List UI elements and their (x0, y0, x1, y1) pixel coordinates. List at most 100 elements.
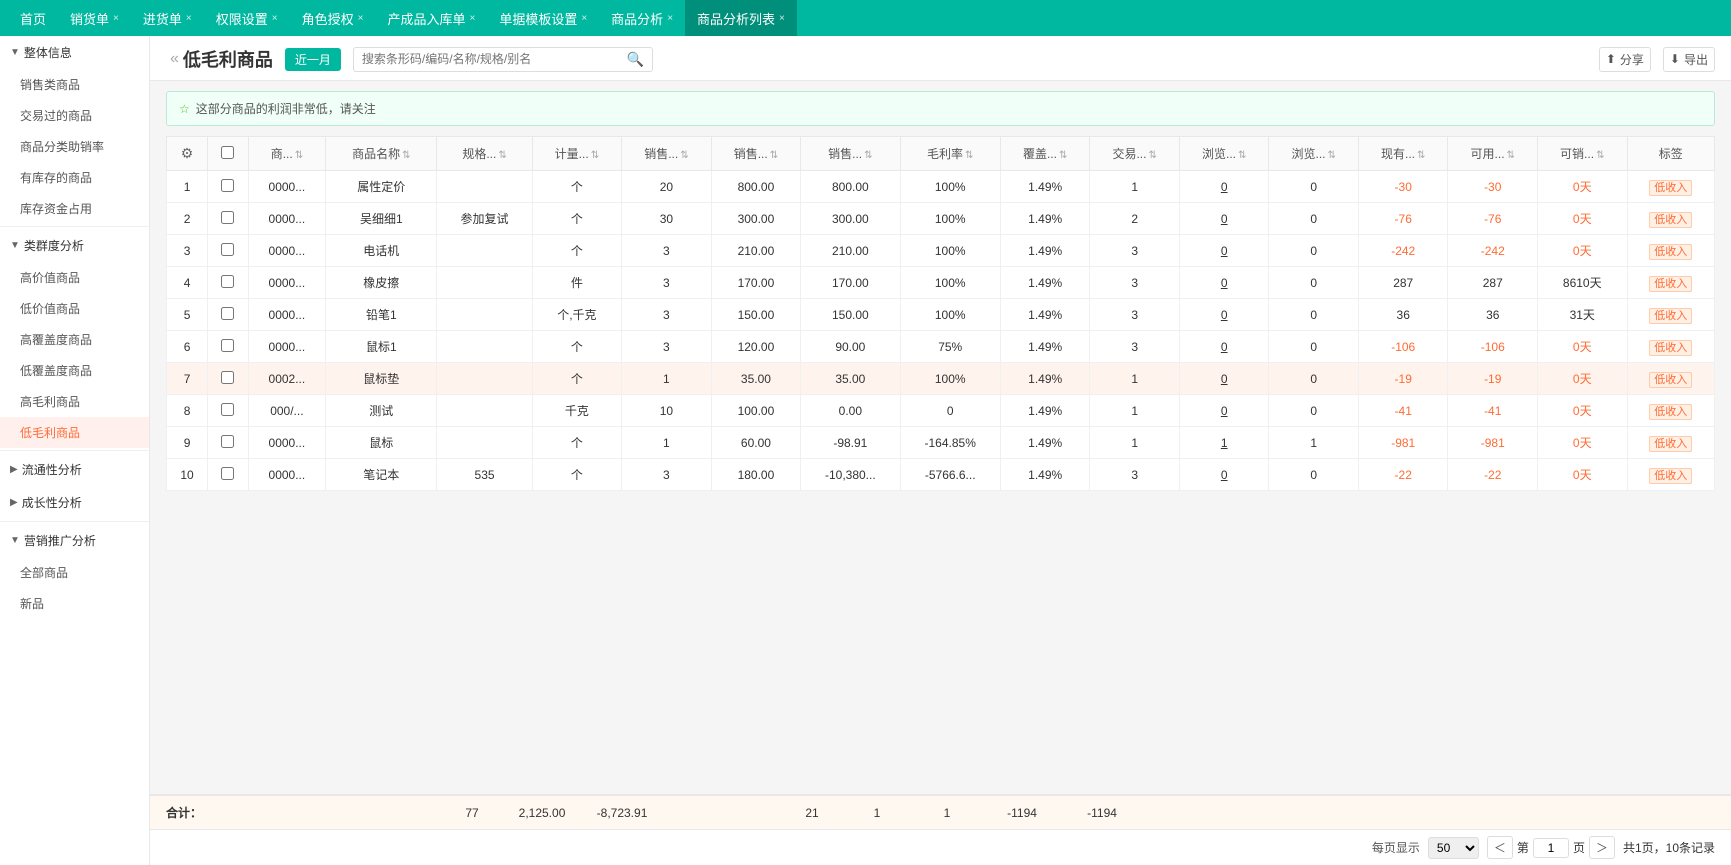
row-views1[interactable]: 1 (1179, 427, 1269, 459)
sidebar-collapse-button[interactable]: « (166, 50, 183, 68)
nav-product-analysis[interactable]: 商品分析 × (599, 0, 685, 36)
column-sale-amount[interactable]: 销售...⇅ (711, 137, 801, 171)
row-select-checkbox[interactable] (221, 467, 234, 480)
views1-link[interactable]: 1 (1221, 436, 1228, 450)
sidebar-group-growth[interactable]: ▶ 成长性分析 (0, 486, 149, 519)
row-checkbox[interactable] (208, 363, 249, 395)
close-icon[interactable]: × (272, 13, 278, 24)
row-checkbox[interactable] (208, 395, 249, 427)
column-gross-margin[interactable]: 毛利率⇅ (900, 137, 1000, 171)
sidebar-item-new-products[interactable]: 新品 (0, 588, 149, 619)
sidebar-item-high-margin[interactable]: 高毛利商品 (0, 386, 149, 417)
sidebar-item-category-rate[interactable]: 商品分类助销率 (0, 131, 149, 162)
close-icon[interactable]: × (779, 13, 785, 24)
sidebar-item-low-value[interactable]: 低价值商品 (0, 293, 149, 324)
row-views1[interactable]: 0 (1179, 395, 1269, 427)
views1-link[interactable]: 0 (1221, 468, 1228, 482)
row-checkbox[interactable] (208, 331, 249, 363)
nav-purchase-order[interactable]: 进货单 × (131, 0, 204, 36)
sidebar-item-low-coverage[interactable]: 低覆盖度商品 (0, 355, 149, 386)
share-button[interactable]: ⬆ 分享 (1599, 47, 1651, 72)
row-select-checkbox[interactable] (221, 371, 234, 384)
close-icon[interactable]: × (581, 13, 587, 24)
column-name[interactable]: 商品名称⇅ (326, 137, 437, 171)
sidebar-item-in-stock[interactable]: 有库存的商品 (0, 162, 149, 193)
views1-link[interactable]: 0 (1221, 404, 1228, 418)
export-button[interactable]: ⬇ 导出 (1663, 47, 1715, 72)
period-button[interactable]: 近一月 (285, 48, 341, 71)
sidebar-group-overall[interactable]: ▼ 整体信息 (0, 36, 149, 69)
row-views1[interactable]: 0 (1179, 363, 1269, 395)
column-coverage[interactable]: 覆盖...⇅ (1000, 137, 1090, 171)
views1-link[interactable]: 0 (1221, 340, 1228, 354)
views1-link[interactable]: 0 (1221, 180, 1228, 194)
views1-link[interactable]: 0 (1221, 212, 1228, 226)
nav-product-analysis-list[interactable]: 商品分析列表 × (685, 0, 797, 36)
row-select-checkbox[interactable] (221, 243, 234, 256)
row-views1[interactable]: 0 (1179, 171, 1269, 203)
column-available-stock[interactable]: 可用...⇅ (1448, 137, 1538, 171)
per-page-select[interactable]: 50 20 100 (1428, 837, 1479, 859)
search-input[interactable] (362, 52, 627, 66)
views1-link[interactable]: 0 (1221, 372, 1228, 386)
settings-icon[interactable]: ⚙ (181, 145, 194, 161)
sidebar-group-circulation[interactable]: ▶ 流通性分析 (0, 453, 149, 486)
next-page-button[interactable]: ＞ (1589, 836, 1615, 859)
close-icon[interactable]: × (113, 13, 119, 24)
column-sale-qty[interactable]: 销售...⇅ (622, 137, 712, 171)
row-select-checkbox[interactable] (221, 339, 234, 352)
sidebar-item-high-coverage[interactable]: 高覆盖度商品 (0, 324, 149, 355)
views1-link[interactable]: 0 (1221, 276, 1228, 290)
row-checkbox[interactable] (208, 235, 249, 267)
search-icon[interactable]: 🔍 (626, 51, 643, 68)
column-tag[interactable]: 标签 (1627, 137, 1714, 171)
row-select-checkbox[interactable] (221, 307, 234, 320)
column-code[interactable]: 商...⇅ (248, 137, 326, 171)
row-views1[interactable]: 0 (1179, 459, 1269, 491)
column-views2[interactable]: 浏览...⇅ (1269, 137, 1359, 171)
sidebar-group-marketing[interactable]: ▼ 营销推广分析 (0, 524, 149, 557)
views1-link[interactable]: 0 (1221, 308, 1228, 322)
row-select-checkbox[interactable] (221, 179, 234, 192)
column-views1[interactable]: 浏览...⇅ (1179, 137, 1269, 171)
row-checkbox[interactable] (208, 203, 249, 235)
row-select-checkbox[interactable] (221, 275, 234, 288)
nav-sales-order[interactable]: 销货单 × (58, 0, 131, 36)
column-sale-profit[interactable]: 销售...⇅ (801, 137, 900, 171)
column-current-stock[interactable]: 现有...⇅ (1358, 137, 1448, 171)
column-spec[interactable]: 规格...⇅ (437, 137, 532, 171)
sidebar-item-high-value[interactable]: 高价值商品 (0, 262, 149, 293)
row-checkbox[interactable] (208, 299, 249, 331)
column-unit[interactable]: 计量...⇅ (532, 137, 622, 171)
row-views1[interactable]: 0 (1179, 235, 1269, 267)
column-saleable-stock[interactable]: 可销...⇅ (1538, 137, 1628, 171)
row-select-checkbox[interactable] (221, 403, 234, 416)
sidebar-group-cluster[interactable]: ▼ 类群度分析 (0, 229, 149, 262)
sidebar-item-all-products[interactable]: 全部商品 (0, 557, 149, 588)
nav-home[interactable]: 首页 (8, 0, 58, 36)
column-settings[interactable]: ⚙ (167, 137, 208, 171)
page-input[interactable] (1533, 838, 1569, 858)
close-icon[interactable]: × (186, 13, 192, 24)
column-transaction[interactable]: 交易...⇅ (1090, 137, 1180, 171)
row-select-checkbox[interactable] (221, 211, 234, 224)
views1-link[interactable]: 0 (1221, 244, 1228, 258)
nav-template-settings[interactable]: 单据模板设置 × (487, 0, 599, 36)
row-views1[interactable]: 0 (1179, 203, 1269, 235)
nav-permissions[interactable]: 权限设置 × (204, 0, 290, 36)
row-views1[interactable]: 0 (1179, 267, 1269, 299)
close-icon[interactable]: × (358, 13, 364, 24)
row-select-checkbox[interactable] (221, 435, 234, 448)
prev-page-button[interactable]: ＜ (1487, 836, 1513, 859)
row-checkbox[interactable] (208, 171, 249, 203)
row-checkbox[interactable] (208, 459, 249, 491)
nav-product-entry[interactable]: 产成品入库单 × (375, 0, 487, 36)
row-views1[interactable]: 0 (1179, 299, 1269, 331)
sidebar-item-sales-products[interactable]: 销售类商品 (0, 69, 149, 100)
row-checkbox[interactable] (208, 427, 249, 459)
sidebar-item-traded-products[interactable]: 交易过的商品 (0, 100, 149, 131)
nav-role-auth[interactable]: 角色授权 × (290, 0, 376, 36)
close-icon[interactable]: × (667, 13, 673, 24)
row-checkbox[interactable] (208, 267, 249, 299)
sidebar-item-low-margin[interactable]: 低毛利商品 (0, 417, 149, 448)
